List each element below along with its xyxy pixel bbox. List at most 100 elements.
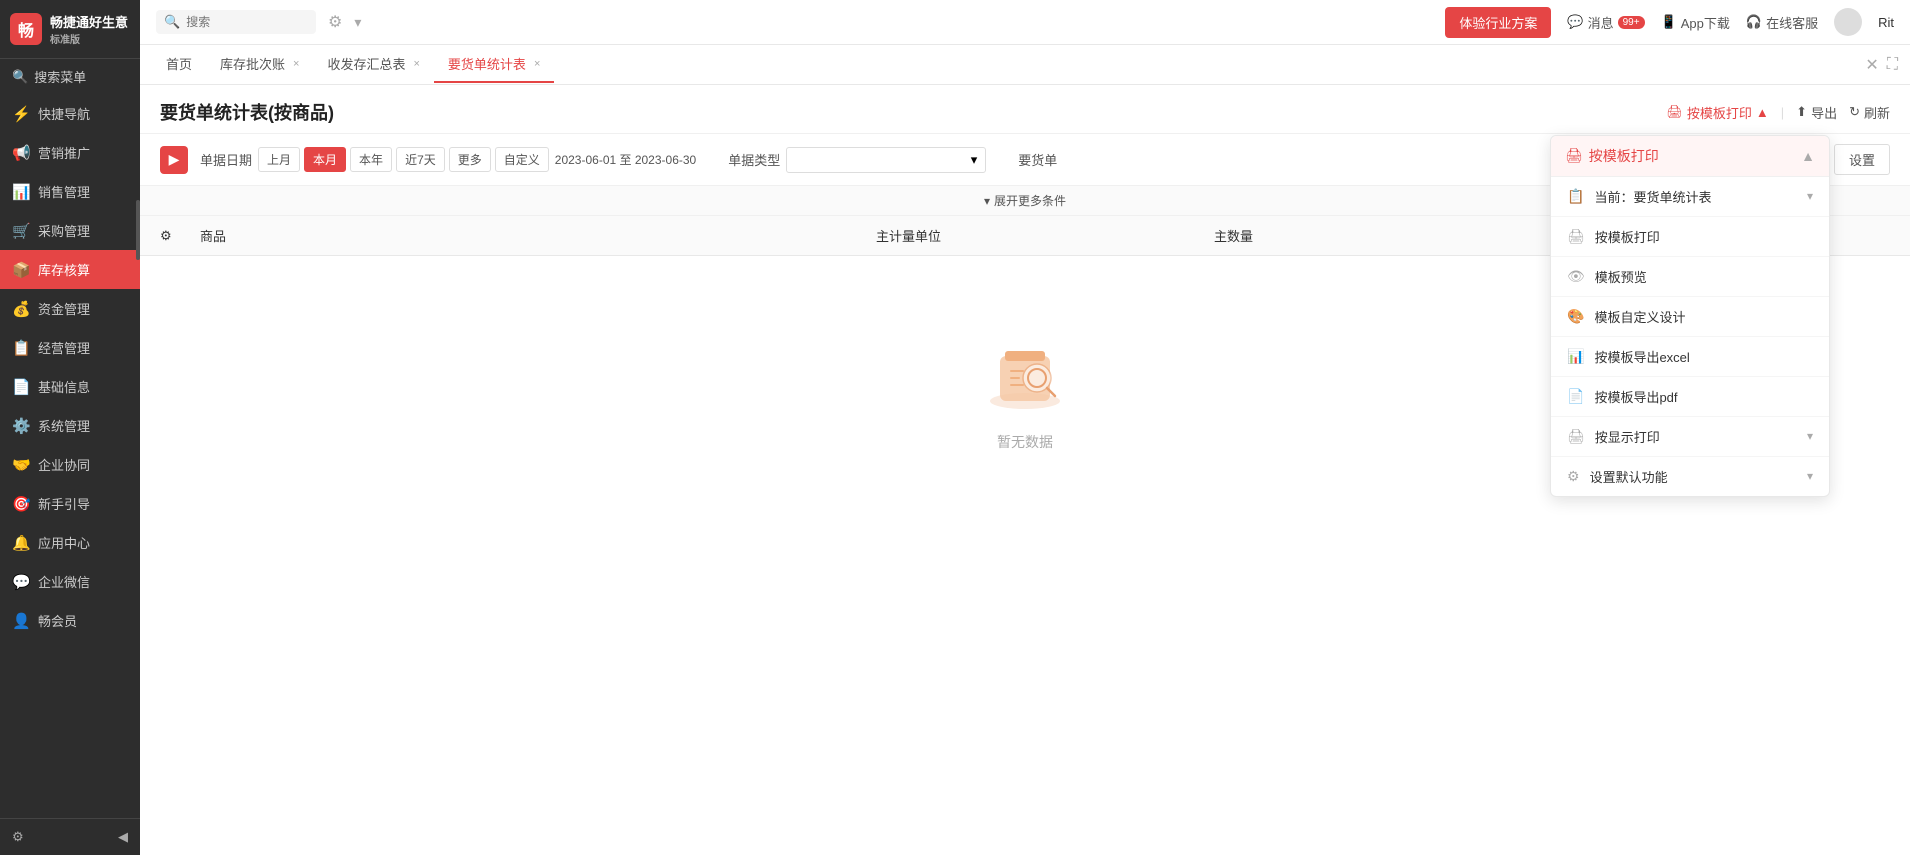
display-print-arrow: ▾ xyxy=(1807,429,1813,443)
sidebar-item-label: 系统管理 xyxy=(38,416,90,435)
system-icon: ⚙️ xyxy=(12,417,30,435)
filter-btn-7days[interactable]: 近7天 xyxy=(396,147,445,172)
sidebar-item-wecom[interactable]: 💬 企业微信 xyxy=(0,562,140,601)
tab-receivable-summary-close[interactable]: × xyxy=(413,58,419,70)
online-service-action[interactable]: 🎧 在线客服 xyxy=(1746,13,1818,32)
sidebar-item-purchase[interactable]: 🛒 采购管理 xyxy=(0,211,140,250)
default-func-icon: ⚙ xyxy=(1567,468,1580,485)
marketing-icon: 📢 xyxy=(12,144,30,162)
sidebar-item-collab[interactable]: 🤝 企业协同 xyxy=(0,445,140,484)
sidebar-item-basic[interactable]: 📄 基础信息 xyxy=(0,367,140,406)
sidebar-item-label: 应用中心 xyxy=(38,533,90,552)
inventory-icon: 📦 xyxy=(12,261,30,279)
display-print-icon: 🖨 xyxy=(1567,428,1585,445)
basic-icon: 📄 xyxy=(12,378,30,396)
sidebar-item-label: 企业协同 xyxy=(38,455,90,474)
page-title: 要货单统计表(按商品) xyxy=(160,99,334,125)
filter-order-type-group: 要货单 xyxy=(1018,150,1057,169)
sidebar-item-appstore[interactable]: 🔔 应用中心 xyxy=(0,523,140,562)
print-dropdown: 🖨 按模板打印 ▲ 📋 当前：要货单统计表 ▾ 🖨 xyxy=(1550,135,1830,497)
top-search-box[interactable]: 🔍 xyxy=(156,10,316,34)
tab-inventory-batch-label: 库存批次账 xyxy=(220,54,285,73)
print-dropdown-item-1[interactable]: 👁 模板预览 xyxy=(1551,257,1829,297)
template-export-excel-label: 按模板导出excel xyxy=(1594,347,1689,366)
filter-btn-this-month[interactable]: 本月 xyxy=(304,147,346,172)
sidebar-item-member[interactable]: 👤 畅会员 xyxy=(0,601,140,640)
sidebar-item-label: 企业微信 xyxy=(38,572,90,591)
filter-btn-more[interactable]: 更多 xyxy=(449,147,491,172)
sidebar-item-quick-nav[interactable]: ⚡ 快捷导航 xyxy=(0,94,140,133)
header-settings-icon[interactable]: ⚙ xyxy=(328,12,342,32)
btn-print-template[interactable]: 🖨 按模板打印 ▲ xyxy=(1666,103,1768,122)
sidebar-item-label: 资金管理 xyxy=(38,299,90,318)
btn-print-template-label: 按模板打印 xyxy=(1687,103,1752,122)
online-service-label: 在线客服 xyxy=(1766,13,1818,32)
table-col-settings[interactable]: ⚙ xyxy=(160,228,200,244)
tab-close-all-btn[interactable]: ✕ xyxy=(1865,55,1878,75)
tabs-bar: 首页 库存批次账 × 收发存汇总表 × 要货单统计表 × ✕ ⛶ xyxy=(140,45,1910,85)
filter-type-label: 单据类型 xyxy=(728,150,780,169)
print-dropdown-item-4[interactable]: 📄 按模板导出pdf xyxy=(1551,377,1829,417)
messages-label: 消息 xyxy=(1588,13,1614,32)
collab-icon: 🤝 xyxy=(12,456,30,474)
tab-inventory-batch-close[interactable]: × xyxy=(293,58,299,70)
sidebar-item-operation[interactable]: 📋 经营管理 xyxy=(0,328,140,367)
header-dropdown-icon[interactable]: ▾ xyxy=(354,14,361,31)
print-chevron-up-icon: ▲ xyxy=(1756,105,1769,120)
search-icon: 🔍 xyxy=(164,14,180,30)
btn-export[interactable]: ⬆ 导出 xyxy=(1796,103,1837,122)
tab-order-stats-close[interactable]: × xyxy=(534,58,540,70)
sidebar-collapse-icon[interactable]: ◀ xyxy=(118,829,128,845)
sidebar-item-label: 采购管理 xyxy=(38,221,90,240)
default-func-label: 设置默认功能 xyxy=(1590,467,1668,486)
print-dropdown-item-5[interactable]: 🖨 按显示打印 ▾ xyxy=(1551,417,1829,457)
print-dropdown-current[interactable]: 📋 当前：要货单统计表 ▾ xyxy=(1551,177,1829,217)
sidebar-item-label: 经营管理 xyxy=(38,338,90,357)
appstore-icon: 🔔 xyxy=(12,534,30,552)
btn-trial[interactable]: 体验行业方案 xyxy=(1445,7,1551,38)
print-dropdown-item-0[interactable]: 🖨 按模板打印 xyxy=(1551,217,1829,257)
refresh-icon: ↻ xyxy=(1849,104,1860,120)
filter-btn-custom[interactable]: 自定义 xyxy=(495,147,549,172)
col-settings-icon: ⚙ xyxy=(160,228,172,244)
sidebar-settings-icon[interactable]: ⚙ xyxy=(12,829,24,845)
page-actions: 🖨 按模板打印 ▲ | ⬆ 导出 ↻ 刷新 🖨 xyxy=(1666,103,1890,122)
display-print-label: 按显示打印 xyxy=(1595,427,1660,446)
sidebar-search[interactable]: 🔍 搜索菜单 xyxy=(0,59,140,94)
template-print-icon: 🖨 xyxy=(1567,228,1585,245)
tab-receivable-summary-label: 收发存汇总表 xyxy=(327,54,405,73)
btn-settings[interactable]: 设置 xyxy=(1834,144,1890,175)
table-col-qty: 主数量 xyxy=(1214,226,1552,245)
print-dropdown-close-icon[interactable]: ▲ xyxy=(1801,148,1815,164)
expand-more-btn[interactable]: ▾ 展开更多条件 xyxy=(984,192,1066,209)
tab-home[interactable]: 首页 xyxy=(152,46,206,83)
print-dropdown-item-6[interactable]: ⚙ 设置默认功能 ▾ xyxy=(1551,457,1829,496)
filter-type-select[interactable]: ▾ xyxy=(786,147,986,173)
messages-badge: 99+ xyxy=(1618,16,1645,29)
print-dropdown-item-2[interactable]: 🎨 模板自定义设计 xyxy=(1551,297,1829,337)
template-export-pdf-label: 按模板导出pdf xyxy=(1594,387,1677,406)
app-download-action[interactable]: 📱 App下载 xyxy=(1661,13,1730,32)
sidebar-item-finance[interactable]: 💰 资金管理 xyxy=(0,289,140,328)
btn-export-label: 导出 xyxy=(1811,103,1837,122)
filter-select-chevron: ▾ xyxy=(971,152,978,168)
tab-inventory-batch[interactable]: 库存批次账 × xyxy=(206,46,313,83)
sidebar-item-newbie[interactable]: 🎯 新手引导 xyxy=(0,484,140,523)
top-search-input[interactable] xyxy=(186,15,306,29)
template-preview-icon: 👁 xyxy=(1567,268,1585,285)
sidebar-item-inventory[interactable]: 📦 库存核算 xyxy=(0,250,140,289)
btn-refresh[interactable]: ↻ 刷新 xyxy=(1849,103,1890,122)
filter-btn-prev-month[interactable]: 上月 xyxy=(258,147,300,172)
tab-maximize-btn[interactable]: ⛶ xyxy=(1887,56,1898,74)
user-avatar[interactable] xyxy=(1834,8,1862,36)
print-dropdown-item-3[interactable]: 📊 按模板导出excel xyxy=(1551,337,1829,377)
tab-receivable-summary[interactable]: 收发存汇总表 × xyxy=(313,46,433,83)
sidebar-item-marketing[interactable]: 📢 营销推广 xyxy=(0,133,140,172)
filter-btn-this-year[interactable]: 本年 xyxy=(350,147,392,172)
sidebar-item-sales[interactable]: 📊 销售管理 xyxy=(0,172,140,211)
filter-expand-btn[interactable]: ▶ xyxy=(160,146,188,174)
messages-action[interactable]: 💬 消息 99+ xyxy=(1567,13,1644,32)
sidebar-item-system[interactable]: ⚙️ 系统管理 xyxy=(0,406,140,445)
tab-order-stats[interactable]: 要货单统计表 × xyxy=(434,46,554,83)
sidebar-scrollbar[interactable] xyxy=(136,0,140,855)
